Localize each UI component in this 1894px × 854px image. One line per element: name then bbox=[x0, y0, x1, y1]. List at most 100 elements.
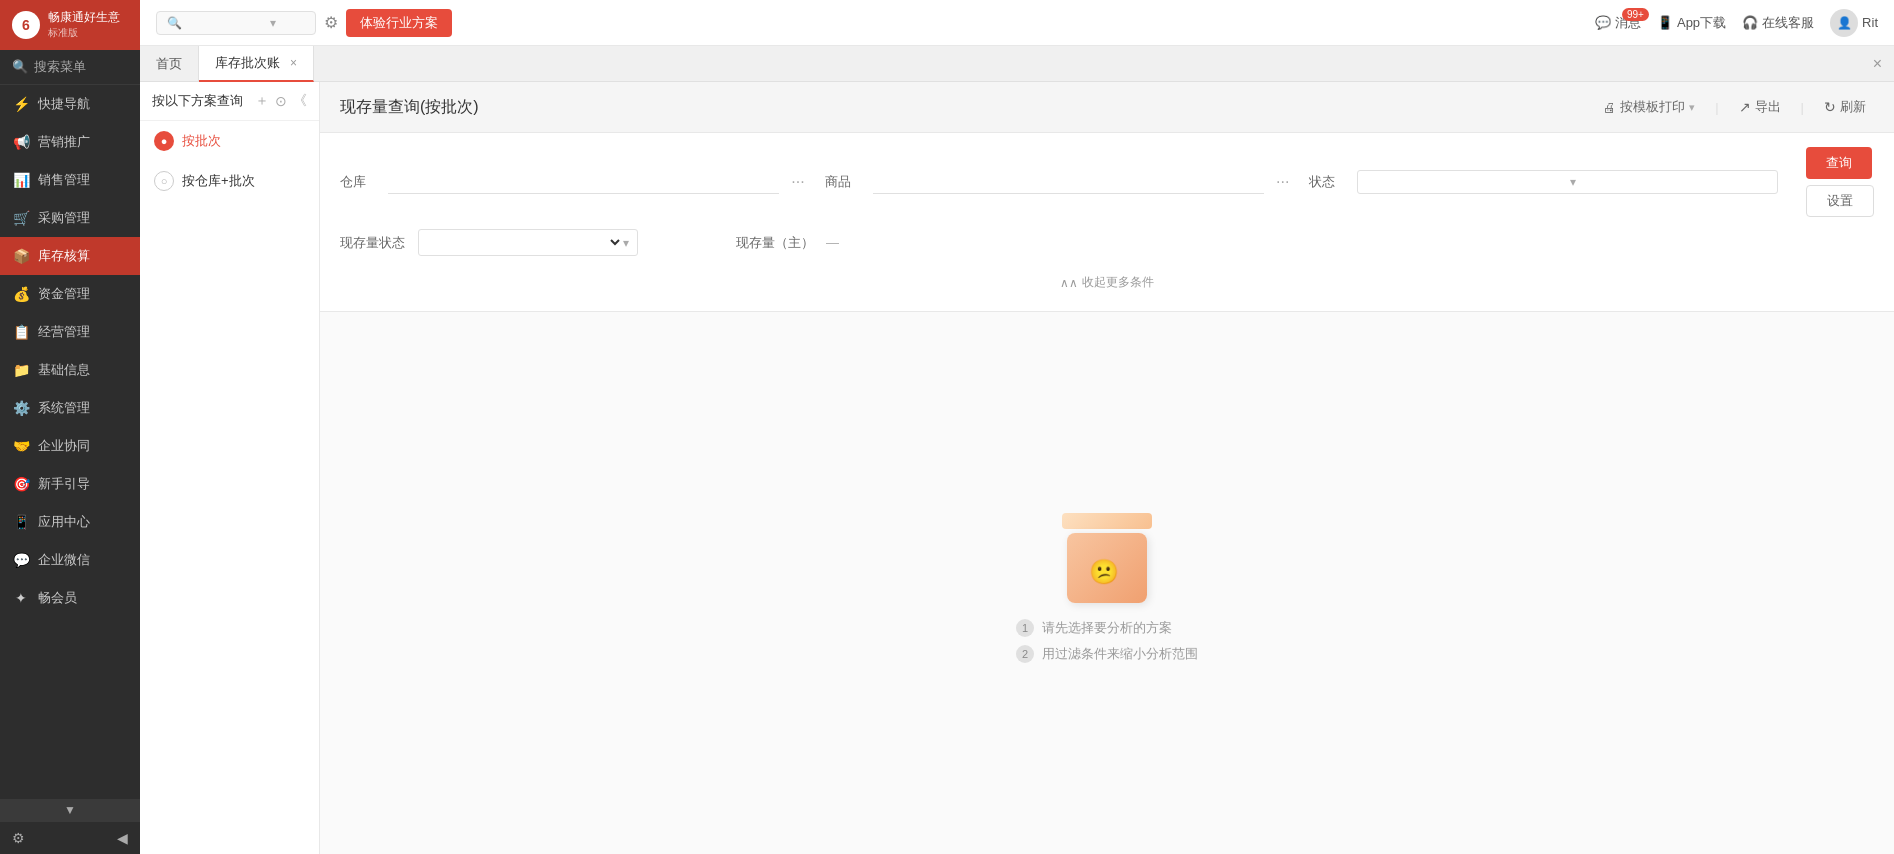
print-label: 按模板打印 bbox=[1620, 98, 1685, 116]
tab-inventory-batch[interactable]: 库存批次账× bbox=[199, 46, 314, 82]
collapse-panel-icon[interactable]: 《 bbox=[293, 92, 307, 110]
sidebar-nav: ⚡ 快捷导航 📢 营销推广 📊 销售管理 🛒 采购管理 📦 库存核算 💰 资金管… bbox=[0, 85, 140, 799]
empty-face: 😕 bbox=[1089, 558, 1119, 586]
sidebar-item-wechat[interactable]: 💬 企业微信 bbox=[0, 541, 140, 579]
sidebar-item-enterprise[interactable]: 🤝 企业协同 bbox=[0, 427, 140, 465]
export-btn[interactable]: ↗ 导出 bbox=[1731, 94, 1789, 120]
user-avatar-icon: 👤 bbox=[1837, 16, 1852, 30]
empty-state: 😕 1 请先选择要分析的方案 2 用过滤条件来缩小分析范围 bbox=[320, 312, 1894, 854]
stock-qty-field: 现存量（主） — bbox=[736, 234, 1136, 252]
filter-area: 仓库 ··· 商品 ··· 状态 ▾ bbox=[320, 133, 1894, 312]
add-scheme-icon[interactable]: ＋ bbox=[255, 92, 269, 110]
product-input[interactable] bbox=[873, 170, 1264, 194]
status-select[interactable]: ▾ bbox=[1357, 170, 1778, 194]
online-service-label: 在线客服 bbox=[1762, 14, 1814, 32]
empty-hints: 1 请先选择要分析的方案 2 用过滤条件来缩小分析范围 bbox=[1016, 619, 1198, 663]
print-icon: 🖨 bbox=[1603, 100, 1616, 115]
scheme-label-by-batch: 按批次 bbox=[182, 132, 221, 150]
online-service-btn[interactable]: 🎧 在线客服 bbox=[1742, 14, 1814, 32]
main-area: 🔍 ▾ ⚙ 体验行业方案 💬 消息 99+ 📱 App下载 🎧 在线客服 bbox=[140, 0, 1894, 854]
sidebar-item-finance[interactable]: 💰 资金管理 bbox=[0, 275, 140, 313]
messages-btn[interactable]: 💬 消息 99+ bbox=[1595, 14, 1641, 32]
settings-button[interactable]: 设置 bbox=[1806, 185, 1874, 217]
print-btn[interactable]: 🖨 按模板打印 ▾ bbox=[1595, 94, 1703, 120]
tab-close-all-btn[interactable]: × bbox=[1861, 55, 1894, 73]
sidebar-item-inventory[interactable]: 📦 库存核算 bbox=[0, 237, 140, 275]
scheme-icon-by-warehouse-batch: ○ bbox=[154, 171, 174, 191]
stock-status-dropdown[interactable] bbox=[427, 234, 623, 251]
left-panel: 按以下方案查询 ＋ ⊙ 《 ● 按批次 ○ 按仓库+批次 bbox=[140, 82, 320, 854]
nav-icon-guide: 🎯 bbox=[12, 475, 30, 493]
scheme-by-batch[interactable]: ● 按批次 bbox=[140, 121, 319, 161]
sidebar-search-label: 搜索菜单 bbox=[34, 58, 86, 76]
topbar-search-icon: 🔍 bbox=[167, 16, 182, 30]
action-buttons: 查询 设置 bbox=[1794, 147, 1874, 217]
scheme-settings-icon[interactable]: ⊙ bbox=[275, 93, 287, 109]
sidebar-scroll-down[interactable]: ▼ bbox=[0, 799, 140, 821]
left-panel-header: 按以下方案查询 ＋ ⊙ 《 bbox=[140, 82, 319, 121]
nav-icon-sales: 📊 bbox=[12, 171, 30, 189]
nav-icon-wechat: 💬 bbox=[12, 551, 30, 569]
sidebar-item-purchase[interactable]: 🛒 采购管理 bbox=[0, 199, 140, 237]
nav-label-member: 畅会员 bbox=[38, 589, 77, 607]
topbar-search-area[interactable]: 🔍 ▾ bbox=[156, 11, 316, 35]
sidebar-item-operation[interactable]: 📋 经营管理 bbox=[0, 313, 140, 351]
search-icon: 🔍 bbox=[12, 59, 28, 74]
page-title: 现存量查询(按批次) bbox=[340, 97, 479, 118]
refresh-btn[interactable]: ↻ 刷新 bbox=[1816, 94, 1874, 120]
sidebar-item-sales[interactable]: 📊 销售管理 bbox=[0, 161, 140, 199]
sidebar-item-marketing[interactable]: 📢 营销推广 bbox=[0, 123, 140, 161]
nav-label-inventory: 库存核算 bbox=[38, 247, 90, 265]
scheme-icon-by-batch: ● bbox=[154, 131, 174, 151]
stock-status-select[interactable]: ▾ bbox=[418, 229, 638, 256]
product-label: 商品 bbox=[825, 173, 865, 191]
app-name: 畅康通好生意 bbox=[48, 10, 120, 26]
nav-label-enterprise: 企业协同 bbox=[38, 437, 90, 455]
sidebar-collapse-btn[interactable]: ◀ bbox=[117, 830, 128, 846]
app-download-icon: 📱 bbox=[1657, 15, 1673, 30]
messages-badge: 99+ bbox=[1622, 8, 1649, 21]
stock-status-label: 现存量状态 bbox=[340, 234, 410, 252]
sidebar-item-shortcut[interactable]: ⚡ 快捷导航 bbox=[0, 85, 140, 123]
topbar-search-input[interactable] bbox=[186, 16, 266, 30]
tab-label-home: 首页 bbox=[156, 55, 182, 73]
sidebar-logo: 6 bbox=[12, 11, 40, 39]
sidebar-item-member[interactable]: ✦ 畅会员 bbox=[0, 579, 140, 617]
nav-icon-operation: 📋 bbox=[12, 323, 30, 341]
topbar-settings-icon[interactable]: ⚙ bbox=[324, 13, 338, 32]
tab-close-inventory-batch[interactable]: × bbox=[290, 56, 297, 70]
empty-box: 😕 bbox=[1067, 533, 1147, 603]
sidebar-item-basic[interactable]: 📁 基础信息 bbox=[0, 351, 140, 389]
sidebar-item-system[interactable]: ⚙️ 系统管理 bbox=[0, 389, 140, 427]
status-field: 状态 ▾ bbox=[1309, 170, 1778, 194]
status-label: 状态 bbox=[1309, 173, 1349, 191]
print-dropdown-icon[interactable]: ▾ bbox=[1689, 101, 1695, 114]
user-name: Rit bbox=[1862, 15, 1878, 30]
sidebar-settings-btn[interactable]: ⚙ bbox=[12, 830, 25, 846]
filter-row-1: 仓库 ··· 商品 ··· 状态 ▾ bbox=[340, 147, 1874, 217]
sidebar-search[interactable]: 🔍 搜索菜单 bbox=[0, 50, 140, 85]
app-download-label: App下载 bbox=[1677, 14, 1726, 32]
nav-icon-member: ✦ bbox=[12, 589, 30, 607]
divider2: | bbox=[1801, 100, 1804, 115]
warehouse-input[interactable] bbox=[388, 170, 779, 194]
topbar-search-dropdown-icon[interactable]: ▾ bbox=[270, 16, 276, 30]
trial-button[interactable]: 体验行业方案 bbox=[346, 9, 452, 37]
filter-row-2: 现存量状态 ▾ 现存量（主） — bbox=[340, 229, 1874, 256]
tab-home[interactable]: 首页 bbox=[140, 46, 199, 82]
product-dots-btn[interactable]: ··· bbox=[1272, 173, 1293, 191]
content-area: 按以下方案查询 ＋ ⊙ 《 ● 按批次 ○ 按仓库+批次 现存量查询(按批次) … bbox=[140, 82, 1894, 854]
title-actions: 🖨 按模板打印 ▾ | ↗ 导出 | ↻ 刷新 bbox=[1595, 94, 1874, 120]
collapse-btn[interactable]: ∧∧ 收起更多条件 bbox=[340, 268, 1874, 297]
sidebar-item-apps[interactable]: 📱 应用中心 bbox=[0, 503, 140, 541]
nav-label-shortcut: 快捷导航 bbox=[38, 95, 90, 113]
stock-qty-label: 现存量（主） bbox=[736, 234, 814, 252]
app-download-btn[interactable]: 📱 App下载 bbox=[1657, 14, 1726, 32]
sidebar-item-guide[interactable]: 🎯 新手引导 bbox=[0, 465, 140, 503]
scheme-by-warehouse-batch[interactable]: ○ 按仓库+批次 bbox=[140, 161, 319, 201]
user-menu[interactable]: 👤 Rit bbox=[1830, 9, 1878, 37]
stock-status-field: 现存量状态 ▾ bbox=[340, 229, 720, 256]
warehouse-dots-btn[interactable]: ··· bbox=[787, 173, 808, 191]
query-button[interactable]: 查询 bbox=[1806, 147, 1872, 179]
sidebar-footer: ⚙ ◀ bbox=[0, 821, 140, 854]
